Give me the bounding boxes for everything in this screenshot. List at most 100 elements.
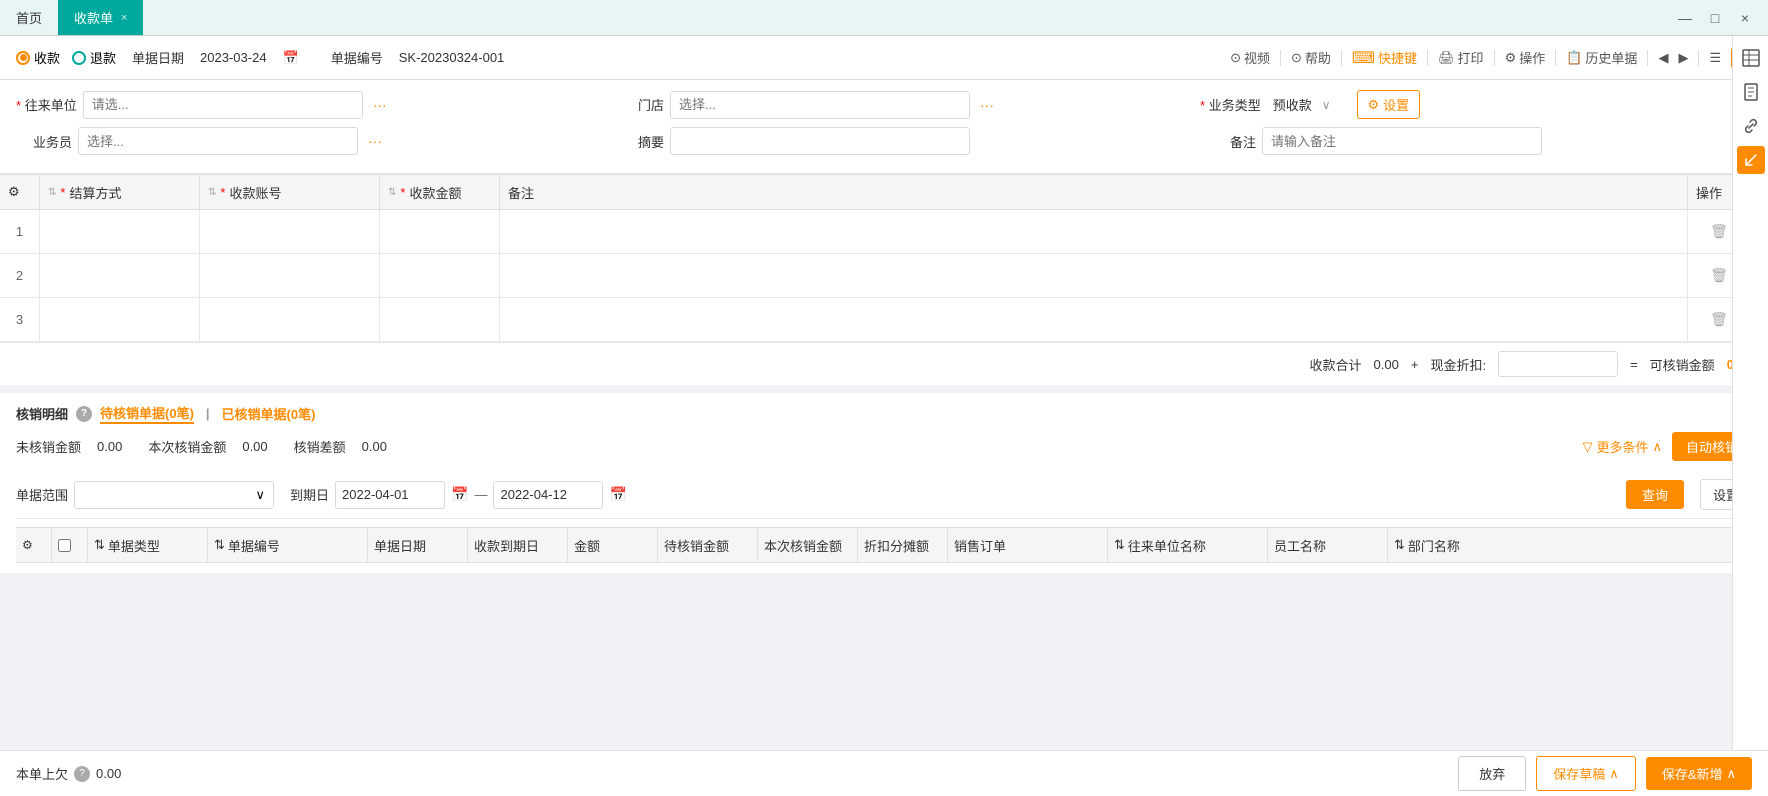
row3-amount[interactable] [380,298,500,341]
pending-tab[interactable]: 待核销单据(0笔) [100,403,194,424]
row3-settlement[interactable] [40,298,200,341]
remark-input[interactable] [1262,127,1542,155]
required-star1: * [16,98,21,113]
top-controls-bar: 收款 退款 单据日期 2023-03-24 📅 单据编号 SK-20230324… [0,36,1768,80]
row3-account[interactable] [200,298,380,341]
row1-remark[interactable] [500,210,1688,253]
balance-info-icon[interactable]: ? [74,766,90,782]
video-label: 视频 [1244,48,1270,67]
diff-value: 0.00 [362,439,387,454]
equals-sign: = [1630,357,1638,372]
sidebar-link-icon[interactable] [1737,112,1765,140]
select-all-checkbox[interactable] [58,539,71,552]
print-label: 打印 [1458,48,1484,67]
cal-icon-start[interactable]: 📅 [451,486,468,503]
draft-arrow-icon: ∧ [1609,766,1619,782]
verification-section: 核销明细 ? 待核销单据(0笔) | 已核销单据(0笔) 未核销金额 0.00 … [0,393,1768,573]
more-conditions-btn[interactable]: ▽ 更多条件 ∧ [1582,437,1662,456]
operation-btn[interactable]: ⚙ 操作 [1505,48,1546,67]
list-view-btn[interactable]: ☰ [1709,50,1721,66]
discount-input[interactable] [1498,351,1618,377]
divider1 [1280,50,1281,66]
maximize-button[interactable]: □ [1704,7,1726,29]
row3-delete-icon[interactable]: 🗑 [1710,311,1728,328]
due-date-end[interactable]: 2022-04-12 [493,481,603,509]
row1-settlement[interactable] [40,210,200,253]
window-controls: — □ × [1674,7,1768,29]
row2-account[interactable] [200,254,380,297]
range-select[interactable]: ∨ [74,481,274,509]
shortcut-btn[interactable]: ⌨ 快捷键 [1352,48,1417,68]
tab-home[interactable]: 首页 [0,0,58,35]
history-btn[interactable]: 📋 历史单据 [1566,48,1637,67]
nav-prev-btn[interactable]: ◀ [1658,50,1668,66]
calendar-icon[interactable]: 📅 [283,50,299,66]
abandon-button[interactable]: 放弃 [1458,756,1526,791]
sidebar-expand-icon[interactable] [1737,146,1765,174]
divider7 [1698,50,1699,66]
settings-button[interactable]: ⚙ 设置 [1357,90,1421,119]
cal-icon-end[interactable]: 📅 [609,486,626,503]
due-date-start[interactable]: 2022-04-01 [335,481,445,509]
minimize-button[interactable]: — [1674,7,1696,29]
bcol-gear[interactable]: ⚙ [16,528,52,562]
store-field: 门店 ··· [608,91,1160,119]
row2-amount[interactable] [380,254,500,297]
refund-radio[interactable]: 退款 [72,48,116,67]
business-type-arrow[interactable]: ∨ [1322,98,1331,112]
receipt-radio-circle [16,51,30,65]
counterpart-label: * 往来单位 [16,95,77,114]
verification-info-icon[interactable]: ? [76,406,92,422]
counterpart-input[interactable] [83,91,363,119]
footer-buttons: 放弃 保存草稿 ∧ 保存&新增 ∧ [1458,756,1752,791]
save-draft-button[interactable]: 保存草稿 ∧ [1536,756,1636,791]
query-button[interactable]: 查询 [1626,480,1684,509]
tab-receipt[interactable]: 收款单 × [58,0,143,35]
discount-label: 现金折扣: [1430,355,1486,374]
row1-delete-icon[interactable]: 🗑 [1710,223,1728,240]
print-btn[interactable]: 🖨 打印 [1438,48,1484,67]
video-btn[interactable]: ⊙ 视频 [1230,48,1270,67]
nav-next-btn[interactable]: ▶ [1678,50,1688,66]
row3-remark[interactable] [500,298,1688,341]
row2-delete-icon[interactable]: 🗑 [1710,267,1728,284]
table-gear-icon[interactable]: ⚙ [8,184,20,200]
staff-more-btn[interactable]: ··· [368,133,382,149]
bcol-checkbox[interactable] [52,528,88,562]
bcol-due-date: 收款到期日 [468,528,568,562]
receipt-type-group: 收款 退款 [16,48,116,67]
divider5 [1555,50,1556,66]
filter-icon: ▽ [1582,439,1592,455]
row2-remark[interactable] [500,254,1688,297]
tab-close-icon[interactable]: × [121,12,127,24]
help-btn[interactable]: ⊙ 帮助 [1291,48,1331,67]
receipt-radio[interactable]: 收款 [16,48,60,67]
save-new-arrow-icon: ∧ [1726,766,1736,782]
counterpart-more-btn[interactable]: ··· [373,97,387,113]
done-tab[interactable]: 已核销单据(0笔) [222,404,316,423]
refund-radio-circle [72,51,86,65]
footer-balance: 本单上欠 ? 0.00 [16,764,121,783]
sort-icon-doc: ⇅ [94,537,105,553]
bcol-dept: ⇅ 部门名称 [1388,528,1508,562]
store-input[interactable] [670,91,970,119]
row1-amount[interactable] [380,210,500,253]
close-button[interactable]: × [1734,7,1756,29]
store-more-btn[interactable]: ··· [980,97,994,113]
range-field: 单据范围 ∨ [16,481,274,509]
sidebar-doc-icon[interactable] [1737,78,1765,106]
row1-account[interactable] [200,210,380,253]
row2-settlement[interactable] [40,254,200,297]
row-num-3: 3 [0,298,40,341]
save-new-button[interactable]: 保存&新增 ∧ [1646,757,1752,790]
sidebar-table-icon[interactable] [1737,44,1765,72]
summary-input[interactable] [670,127,970,155]
col-remark: 备注 [500,175,1688,209]
form-row-2: 业务员 ··· 摘要 备注 [16,127,1752,155]
current-value: 0.00 [242,439,267,454]
sort-icon-cp: ⇅ [1114,537,1125,553]
col-gear[interactable]: ⚙ [0,175,40,209]
bcol-current-amount: 本次核销金额 [758,528,858,562]
staff-input[interactable] [78,127,358,155]
shortcut-icon: ⌨ [1352,48,1375,68]
